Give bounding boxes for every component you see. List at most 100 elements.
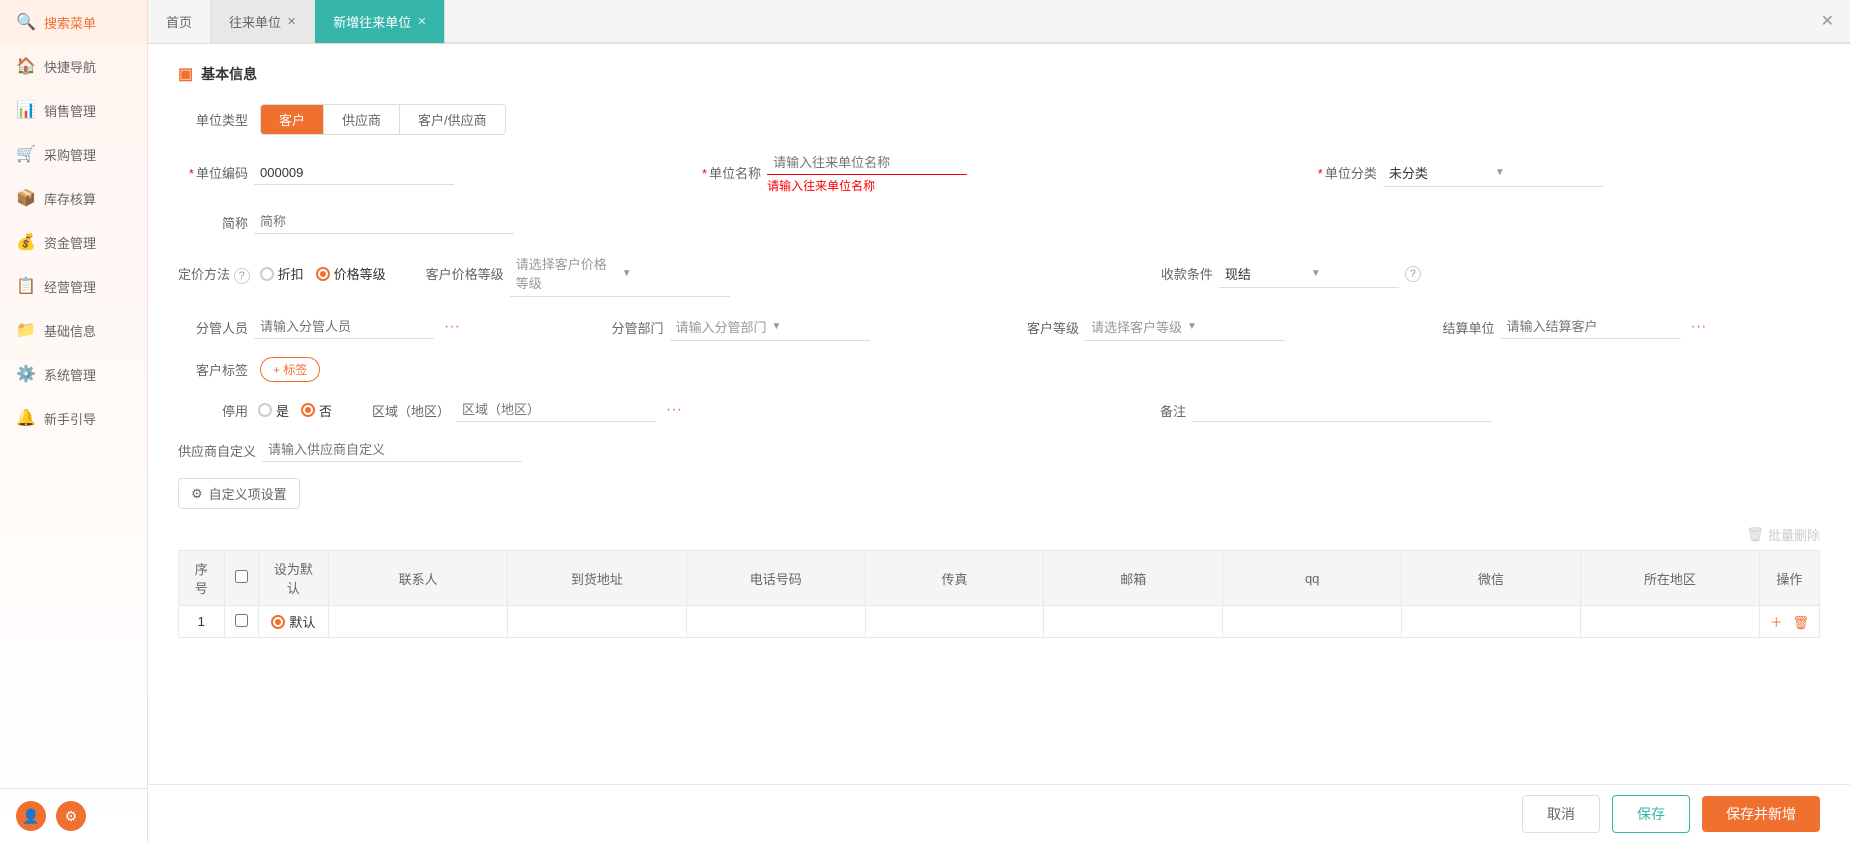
row-seq: 1 xyxy=(179,606,225,638)
tab-home[interactable]: 首页 xyxy=(148,0,211,43)
chart-icon: 📊 xyxy=(16,100,36,120)
sidebar-item-newbie[interactable]: 🔔 新手引导 xyxy=(0,396,147,440)
level-radio[interactable] xyxy=(316,267,330,281)
fax-input[interactable] xyxy=(876,614,1034,629)
sidebar-item-basic[interactable]: 📁 基础信息 xyxy=(0,308,147,352)
disable-yes[interactable]: 是 xyxy=(258,401,289,420)
department-label: 分管部门 xyxy=(594,318,664,337)
region-input[interactable] xyxy=(456,398,656,422)
save-button[interactable]: 保存 xyxy=(1612,795,1690,833)
sidebar-user-icon[interactable]: 👤 xyxy=(16,801,46,831)
sidebar-item-quicknav[interactable]: 🏠 快捷导航 xyxy=(0,44,147,88)
yes-radio[interactable] xyxy=(258,403,272,417)
email-input[interactable] xyxy=(1054,614,1212,629)
sidebar-item-purchase[interactable]: 🛒 采购管理 xyxy=(0,132,147,176)
row-contact[interactable] xyxy=(329,606,508,638)
manager-more-icon[interactable]: ··· xyxy=(440,318,464,336)
pricing-discount[interactable]: 折扣 xyxy=(260,264,304,283)
dept-arrow-icon: ▼ xyxy=(772,321,864,332)
add-row-icon[interactable]: ＋ xyxy=(1770,615,1783,630)
supplier-custom-field: 供应商自定义 xyxy=(178,438,1820,462)
sidebar-settings-icon[interactable]: ⚙ xyxy=(56,801,86,831)
short-name-input[interactable] xyxy=(254,210,514,234)
settlement-input[interactable] xyxy=(1501,315,1681,339)
unit-code-field: *单位编码 xyxy=(178,161,691,185)
pricing-method-field: 定价方法 ? 折扣 价格等级 xyxy=(178,264,386,284)
settings-gear-icon: ⚙ xyxy=(191,486,203,502)
manager-input[interactable] xyxy=(254,315,434,339)
sidebar-item-system[interactable]: ⚙️ 系统管理 xyxy=(0,352,147,396)
row-fax[interactable] xyxy=(865,606,1044,638)
discount-radio[interactable] xyxy=(260,267,274,281)
pricing-radio-group: 折扣 价格等级 xyxy=(260,264,386,283)
sidebar-item-sales[interactable]: 📊 销售管理 xyxy=(0,88,147,132)
default-radio[interactable] xyxy=(271,615,285,629)
unit-name-label: *单位名称 xyxy=(691,163,761,182)
disable-region-row: 停用 是 否 区域（地区） ··· 备注 xyxy=(178,398,1820,422)
unit-type-customer[interactable]: 客户 xyxy=(261,105,323,134)
row-address[interactable] xyxy=(508,606,687,638)
unit-category-field: *单位分类 未分类 ▼ xyxy=(1307,159,1820,187)
main-area: 首页 往来单位 ✕ 新增往来单位 ✕ ✕ ▣ 基本信息 单位类型 客户 供应商 … xyxy=(148,0,1850,843)
clipboard-icon: 📋 xyxy=(16,276,36,296)
payment-arrow-icon: ▼ xyxy=(1311,268,1393,279)
home-icon: 🏠 xyxy=(16,56,36,76)
unit-type-both[interactable]: 客户/供应商 xyxy=(399,105,505,134)
manager-label: 分管人员 xyxy=(178,318,248,337)
payment-terms-select[interactable]: 现结 ▼ xyxy=(1219,260,1399,288)
tab-partners[interactable]: 往来单位 ✕ xyxy=(211,0,315,43)
sidebar-item-search[interactable]: 🔍 搜索菜单 xyxy=(0,0,147,44)
pricing-help-icon[interactable]: ? xyxy=(234,268,250,284)
tab-new-partner[interactable]: 新增往来单位 ✕ xyxy=(315,0,445,43)
manager-field: 分管人员 ··· xyxy=(178,315,574,339)
no-radio[interactable] xyxy=(301,403,315,417)
unit-type-supplier[interactable]: 供应商 xyxy=(323,105,399,134)
unit-category-select[interactable]: 未分类 ▼ xyxy=(1383,159,1603,187)
customer-level-select[interactable]: 请选择客户等级 ▼ xyxy=(1085,313,1285,341)
row-email[interactable] xyxy=(1044,606,1223,638)
qq-input[interactable] xyxy=(1233,614,1391,629)
region-more-icon[interactable]: ··· xyxy=(662,401,686,419)
phone-input[interactable] xyxy=(697,614,855,629)
delete-row-icon[interactable]: 🗑 xyxy=(1792,615,1809,630)
col-contact: 联系人 xyxy=(329,551,508,606)
contact-input[interactable] xyxy=(339,614,497,629)
add-tag-button[interactable]: + 标签 xyxy=(260,357,320,382)
row-qq[interactable] xyxy=(1223,606,1402,638)
customer-price-select[interactable]: 请选择客户价格等级 ▼ xyxy=(510,250,730,297)
disable-no[interactable]: 否 xyxy=(301,401,332,420)
col-seq: 序号 xyxy=(179,551,225,606)
unit-code-input[interactable] xyxy=(254,161,454,185)
wechat-input[interactable] xyxy=(1412,614,1570,629)
row-phone[interactable] xyxy=(686,606,865,638)
row-wechat[interactable] xyxy=(1402,606,1581,638)
select-all-checkbox[interactable] xyxy=(235,570,248,583)
table-row: 1 默认 xyxy=(179,606,1820,638)
tab-partners-close[interactable]: ✕ xyxy=(287,15,296,28)
tab-new-partner-close[interactable]: ✕ xyxy=(417,15,426,28)
sidebar-item-operations[interactable]: 📋 经营管理 xyxy=(0,264,147,308)
cancel-button[interactable]: 取消 xyxy=(1522,795,1600,833)
sidebar-item-inventory[interactable]: 📦 库存核算 xyxy=(0,176,147,220)
address-input[interactable] xyxy=(518,614,676,629)
department-select[interactable]: 请输入分管部门 ▼ xyxy=(670,313,870,341)
supplier-custom-input[interactable] xyxy=(262,438,522,462)
custom-settings-button[interactable]: ⚙ 自定义项设置 xyxy=(178,478,300,509)
pricing-level[interactable]: 价格等级 xyxy=(316,264,386,283)
default-radio-item[interactable]: 默认 xyxy=(269,612,319,631)
row-select-checkbox[interactable] xyxy=(235,614,248,627)
remarks-input[interactable] xyxy=(1192,398,1492,422)
batch-delete-label[interactable]: 批量删除 xyxy=(1768,525,1820,544)
unit-code-label: *单位编码 xyxy=(178,163,248,182)
save-new-button[interactable]: 保存并新增 xyxy=(1702,796,1820,832)
col-default: 设为默认 xyxy=(258,551,329,606)
unit-name-input[interactable] xyxy=(767,151,967,175)
row-checkbox[interactable] xyxy=(224,606,258,638)
settlement-more-icon[interactable]: ··· xyxy=(1687,318,1711,336)
payment-help-icon[interactable]: ? xyxy=(1405,266,1421,282)
row-region-input[interactable] xyxy=(1591,614,1749,629)
close-all-tabs[interactable]: ✕ xyxy=(1805,11,1850,31)
customer-tag-label: 客户标签 xyxy=(178,360,248,379)
row-region[interactable] xyxy=(1580,606,1759,638)
sidebar-item-finance[interactable]: 💰 资金管理 xyxy=(0,220,147,264)
